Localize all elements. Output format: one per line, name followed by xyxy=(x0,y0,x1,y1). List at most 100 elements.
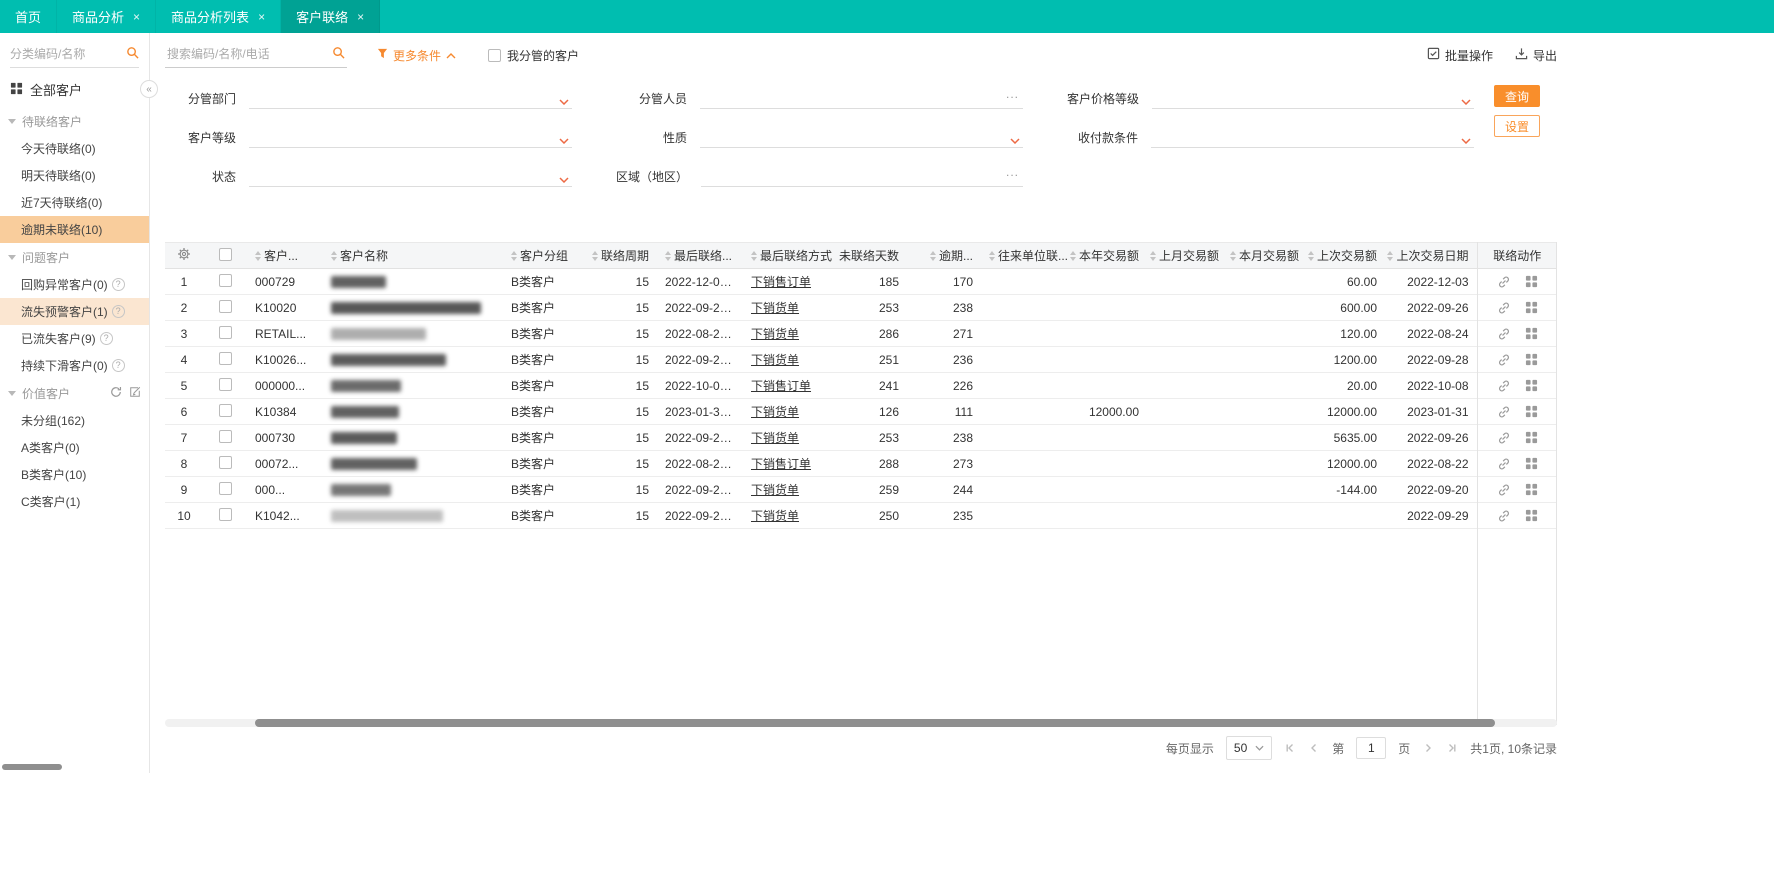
sidebar-item-class-a[interactable]: A类客户(0) xyxy=(0,434,149,461)
edit-icon[interactable] xyxy=(129,386,141,401)
more-actions-icon[interactable] xyxy=(1525,275,1538,288)
row-checkbox[interactable] xyxy=(218,299,232,313)
more-actions-icon[interactable] xyxy=(1525,379,1538,392)
sidebar-section-pending-contact[interactable]: 待联络客户 xyxy=(0,107,149,135)
my-customers-filter[interactable]: 我分管的客户 xyxy=(488,47,579,64)
filter-department-select[interactable] xyxy=(249,87,572,109)
contact-method-link[interactable]: 下销货单 xyxy=(751,353,799,367)
contact-link-icon[interactable] xyxy=(1497,457,1511,471)
more-actions-icon[interactable] xyxy=(1525,405,1538,418)
filter-manager-picker[interactable]: ... xyxy=(700,87,1023,109)
contact-link-icon[interactable] xyxy=(1497,483,1511,497)
select-all-checkbox[interactable] xyxy=(218,247,232,261)
last-page-button[interactable] xyxy=(1446,742,1458,754)
row-checkbox[interactable] xyxy=(218,273,232,287)
sidebar-item-churned[interactable]: 已流失客户(9)? xyxy=(0,325,149,352)
row-checkbox[interactable] xyxy=(218,403,232,417)
sidebar-section-value-customers[interactable]: 价值客户 xyxy=(0,379,149,407)
export-button[interactable]: 导出 xyxy=(1515,47,1557,64)
more-actions-icon[interactable] xyxy=(1525,483,1538,496)
column-header-group[interactable]: 客户分组 xyxy=(503,242,587,269)
my-customers-checkbox[interactable] xyxy=(488,48,502,62)
contact-link-icon[interactable] xyxy=(1497,431,1511,445)
column-header-code[interactable]: 客户... xyxy=(247,242,323,269)
sidebar-item-tomorrow-pending[interactable]: 明天待联络(0) xyxy=(0,162,149,189)
sidebar-item-churn-warning[interactable]: 流失预警客户(1)? xyxy=(0,298,149,325)
filter-status-select[interactable] xyxy=(249,165,572,187)
more-actions-icon[interactable] xyxy=(1525,301,1538,314)
prev-page-button[interactable] xyxy=(1308,742,1320,754)
column-header-year_amount[interactable]: 本年交易额 xyxy=(1067,242,1147,269)
sidebar-item-next7days-pending[interactable]: 近7天待联络(0) xyxy=(0,189,149,216)
row-checkbox[interactable] xyxy=(218,377,232,391)
sidebar-item-class-c[interactable]: C类客户(1) xyxy=(0,488,149,515)
sidebar-item-ungrouped[interactable]: 未分组(162) xyxy=(0,407,149,434)
filter-nature-select[interactable] xyxy=(700,126,1023,148)
contact-link-icon[interactable] xyxy=(1497,379,1511,393)
column-header-cycle[interactable]: 联络周期 xyxy=(587,242,657,269)
page-number-input[interactable] xyxy=(1356,737,1387,759)
column-header-last_contact[interactable]: 最后联络... xyxy=(657,242,743,269)
contact-link-icon[interactable] xyxy=(1497,301,1511,315)
first-page-button[interactable] xyxy=(1284,742,1296,754)
row-checkbox[interactable] xyxy=(218,481,232,495)
sidebar-item-declining[interactable]: 持续下滑客户(0)? xyxy=(0,352,149,379)
tab-product-analysis[interactable]: 商品分析 × xyxy=(57,0,157,33)
contact-method-link[interactable]: 下销售订单 xyxy=(751,457,811,471)
sidebar-section-problem-customers[interactable]: 问题客户 xyxy=(0,243,149,271)
row-checkbox[interactable] xyxy=(218,507,232,521)
filter-payment-terms-select[interactable] xyxy=(1151,126,1474,148)
select-all-header[interactable] xyxy=(203,242,247,269)
contact-method-link[interactable]: 下销售订单 xyxy=(751,275,811,289)
sidebar-scrollbar-thumb[interactable] xyxy=(2,764,62,770)
gear-icon[interactable] xyxy=(177,248,191,264)
tab-home[interactable]: 首页 xyxy=(0,0,58,33)
more-actions-icon[interactable] xyxy=(1525,327,1538,340)
contact-method-link[interactable]: 下销货单 xyxy=(751,483,799,497)
more-actions-icon[interactable] xyxy=(1525,509,1538,522)
sidebar-item-today-pending[interactable]: 今天待联络(0) xyxy=(0,135,149,162)
contact-method-link[interactable]: 下销货单 xyxy=(751,327,799,341)
column-header-overdue[interactable]: 逾期... xyxy=(907,242,981,269)
filter-region-picker[interactable]: ... xyxy=(701,165,1023,187)
column-header-last_month_amount[interactable]: 上月交易额 xyxy=(1147,242,1227,269)
more-actions-icon[interactable] xyxy=(1525,353,1538,366)
column-header-last_date[interactable]: 上次交易日期 xyxy=(1385,242,1477,269)
column-header-method[interactable]: 最后联络方式 xyxy=(743,242,837,269)
row-checkbox[interactable] xyxy=(218,455,232,469)
column-header-this_month_amount[interactable]: 本月交易额 xyxy=(1227,242,1307,269)
contact-method-link[interactable]: 下销货单 xyxy=(751,509,799,523)
contact-link-icon[interactable] xyxy=(1497,275,1511,289)
close-tab-icon[interactable]: × xyxy=(258,10,265,24)
contact-link-icon[interactable] xyxy=(1497,327,1511,341)
sidebar-item-all-customers[interactable]: 全部客户 xyxy=(0,68,149,107)
next-page-button[interactable] xyxy=(1422,742,1434,754)
sidebar-item-repurchase-abnormal[interactable]: 回购异常客户(0)? xyxy=(0,271,149,298)
search-icon[interactable] xyxy=(126,46,139,62)
row-checkbox[interactable] xyxy=(218,429,232,443)
tab-product-analysis-list[interactable]: 商品分析列表 × xyxy=(156,0,282,33)
contact-link-icon[interactable] xyxy=(1497,509,1511,523)
query-button[interactable]: 查询 xyxy=(1494,85,1540,107)
more-filters-toggle[interactable]: 更多条件 xyxy=(377,47,456,64)
row-checkbox[interactable] xyxy=(218,351,232,365)
per-page-select[interactable]: 50 xyxy=(1225,736,1273,760)
column-header-actions[interactable]: 联络动作 xyxy=(1476,242,1557,269)
contact-method-link[interactable]: 下销货单 xyxy=(751,431,799,445)
sidebar-item-class-b[interactable]: B类客户(10) xyxy=(0,461,149,488)
contact-method-link[interactable]: 下销售订单 xyxy=(751,379,811,393)
more-actions-icon[interactable] xyxy=(1525,457,1538,470)
sidebar-collapse-button[interactable]: « xyxy=(140,80,158,98)
customer-search-input[interactable]: 搜索编码/名称/电话 xyxy=(165,42,347,68)
filter-customer-level-select[interactable] xyxy=(249,126,572,148)
close-tab-icon[interactable]: × xyxy=(357,10,364,24)
column-header-days[interactable]: 未联络天数 xyxy=(837,242,907,269)
contact-link-icon[interactable] xyxy=(1497,353,1511,367)
column-settings-header[interactable] xyxy=(165,242,203,269)
contact-method-link[interactable]: 下销货单 xyxy=(751,301,799,315)
contact-link-icon[interactable] xyxy=(1497,405,1511,419)
more-actions-icon[interactable] xyxy=(1525,431,1538,444)
tab-customer-contact[interactable]: 客户联络 × xyxy=(281,0,381,33)
table-scrollbar-thumb[interactable] xyxy=(255,719,1495,727)
sidebar-item-overdue-uncontacted[interactable]: 逾期未联络(10) xyxy=(0,216,149,243)
